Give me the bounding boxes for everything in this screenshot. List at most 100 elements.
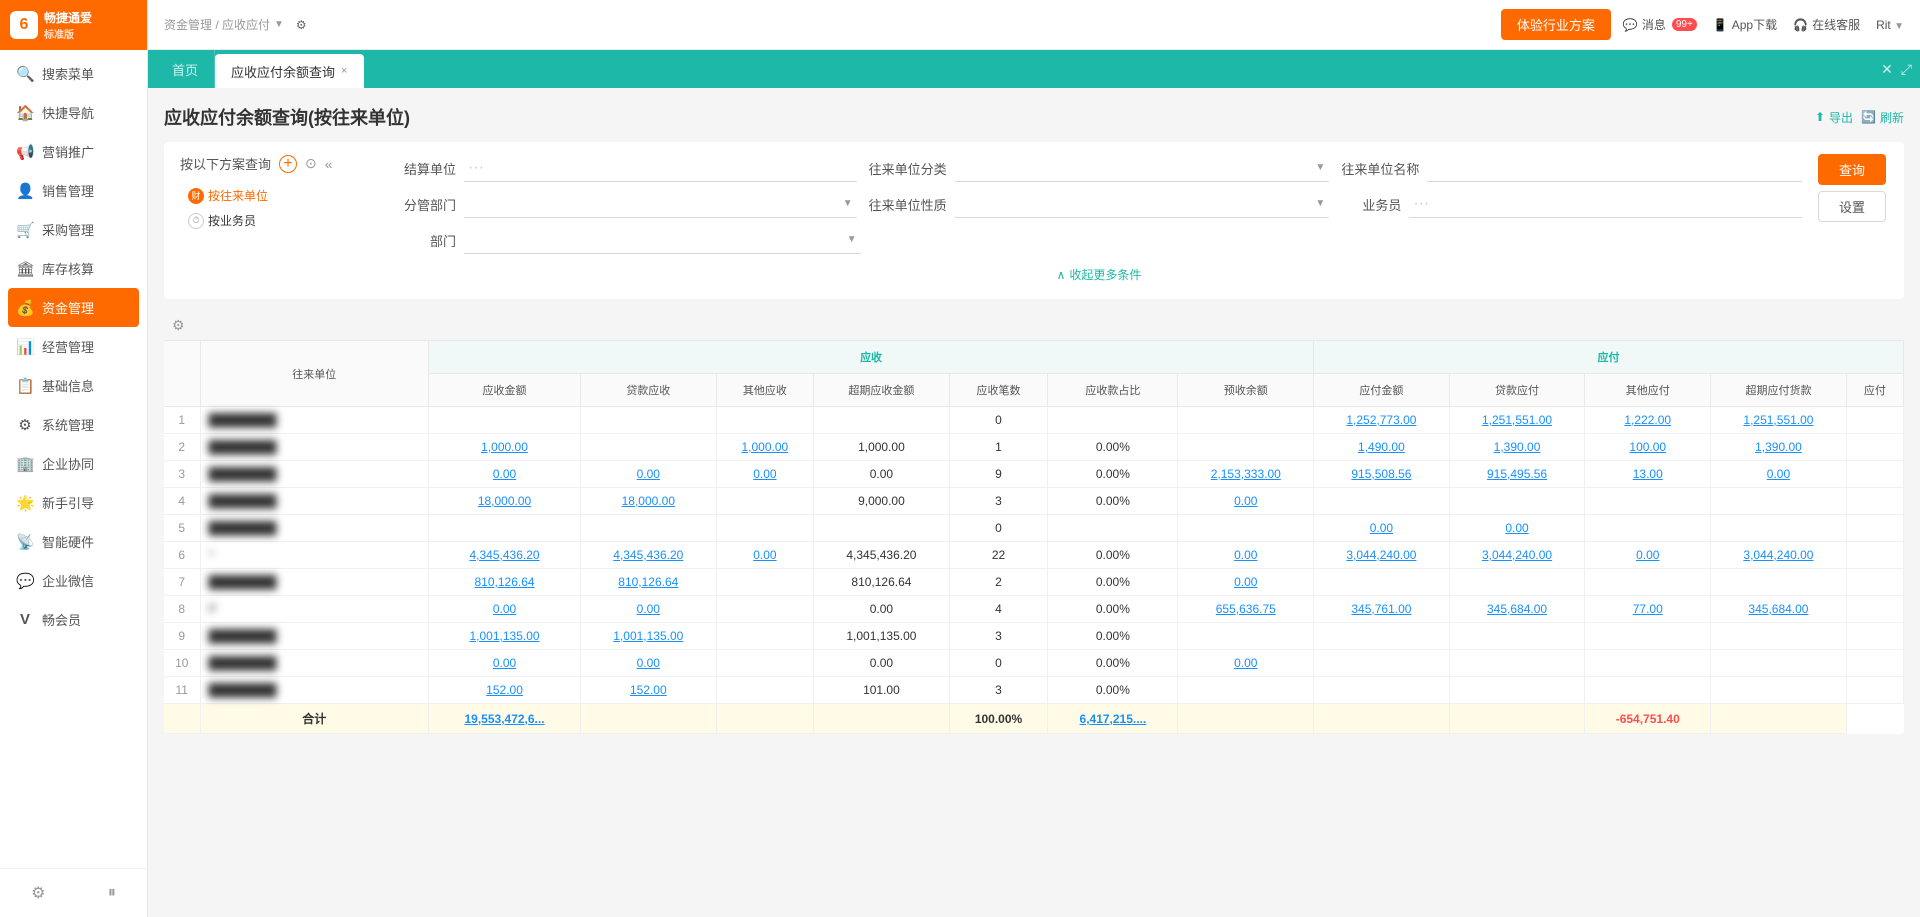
filter-collapse-icon[interactable]: « [325, 156, 333, 172]
gear-topbar-icon[interactable]: ⚙ [296, 18, 307, 32]
partner-name[interactable]: ████████ [200, 677, 429, 704]
sidebar-item-finance[interactable]: 💰 资金管理 [8, 288, 139, 327]
sidebar-item-system[interactable]: ⚙ 系统管理 [0, 405, 147, 444]
inventory-icon: 🏛 [16, 260, 34, 278]
col-yf-other: 其他应付 [1585, 374, 1711, 407]
basic-icon: 📋 [16, 377, 34, 395]
page-title: 应收应付余额查询(按往来单位) [164, 104, 410, 130]
message-icon: 💬 [1623, 18, 1638, 32]
filter-row-1: 结算单位 ··· 往来单位分类 ▼ [396, 154, 1802, 182]
expand-icon[interactable]: ⤢ [1901, 61, 1912, 78]
export-btn[interactable]: ⬆ 导出 [1815, 109, 1853, 126]
partner-name[interactable]: ████████ [200, 488, 429, 515]
export-icon: ⬆ [1815, 110, 1825, 124]
filter-add-btn[interactable]: + [279, 155, 297, 173]
salesperson-input[interactable]: ··· [1409, 190, 1802, 218]
tab-receivable[interactable]: 应收应付余额查询 × [215, 54, 364, 88]
query-btn[interactable]: 查询 [1818, 154, 1886, 185]
sidebar-item-search[interactable]: 🔍 搜索菜单 [0, 54, 147, 93]
partner-name[interactable]: ^ [200, 542, 429, 569]
sidebar-item-inventory[interactable]: 🏛 库存核算 [0, 249, 147, 288]
filter-row-2: 分管部门 ▼ 往来单位性质 ▼ [396, 190, 1802, 218]
message-badge: 99+ [1672, 18, 1697, 31]
table-settings-icon[interactable]: ⚙ [172, 317, 185, 334]
partner-name[interactable]: ████████ [200, 434, 429, 461]
col-ys-overdue: 超期应收金额 [814, 374, 950, 407]
dept-arrow: ▼ [847, 234, 857, 245]
dept-label: 部门 [396, 231, 456, 250]
table-row: 3████████0.000.000.000.0090.00%2,153,333… [164, 461, 1904, 488]
filter-settings-icon[interactable]: ⊙ [305, 155, 317, 172]
logo: 6 畅捷通爱 标准版 [0, 0, 147, 50]
footer-label: 合计 [200, 704, 429, 734]
partner-name[interactable]: ████████ [200, 623, 429, 650]
dept-input[interactable]: ▼ [464, 226, 861, 254]
service-btn[interactable]: 🎧 在线客服 [1793, 16, 1860, 33]
partner-name[interactable]: ████████ [200, 461, 429, 488]
sidebar-item-quick[interactable]: 🏠 快捷导航 [0, 93, 147, 132]
sidebar-item-hardware[interactable]: 📡 智能硬件 [0, 522, 147, 561]
fenguan-label: 分管部门 [396, 195, 456, 214]
collapse-sidebar-btn[interactable]: ⏸ [102, 878, 122, 908]
close-tab-icon[interactable]: ✕ [1881, 61, 1893, 78]
table-toolbar: ⚙ [164, 311, 1904, 341]
solution-btn[interactable]: 体验行业方案 [1501, 9, 1611, 40]
col-yf-amount: 应付金额 [1314, 374, 1450, 407]
tab-home[interactable]: 首页 [156, 50, 215, 88]
laiwang-nature-input[interactable]: ▼ [955, 190, 1330, 218]
purchase-icon: 🛒 [16, 221, 34, 239]
user-menu[interactable]: Rit ▼ [1876, 18, 1904, 32]
filter-dept: 部门 ▼ [396, 226, 861, 254]
settings-bottom-icon[interactable]: ⚙ [25, 877, 51, 909]
jiesuan-input[interactable]: ··· [464, 154, 857, 182]
sidebar-item-basic[interactable]: 📋 基础信息 [0, 366, 147, 405]
partner-name[interactable]: ████████ [200, 515, 429, 542]
salesperson-label: 业务员 [1341, 195, 1401, 214]
sidebar-item-sales[interactable]: 👤 销售管理 [0, 171, 147, 210]
partner-name[interactable]: P [200, 596, 429, 623]
message-btn[interactable]: 💬 消息 99+ [1623, 16, 1697, 33]
col-yf-overdue: 超期应付货款 [1711, 374, 1847, 407]
tab-close-icon[interactable]: × [341, 65, 347, 77]
laiwang-name-input[interactable] [1427, 154, 1802, 182]
filter-top: 按以下方案查询 + ⊙ « [180, 154, 380, 173]
footer-yf-overdue: -654,751.40 [1585, 704, 1711, 734]
col-partner-header: 往来单位 [200, 341, 429, 407]
footer-advance: 6,417,215.... [1048, 704, 1178, 734]
schema-partner-icon: 财 [188, 188, 204, 204]
system-icon: ⚙ [16, 416, 34, 434]
laiwang-cat-input[interactable]: ▼ [955, 154, 1330, 182]
table-row: 9████████1,001,135.001,001,135.001,001,1… [164, 623, 1904, 650]
message-label: 消息 [1642, 16, 1666, 33]
sidebar-item-guide[interactable]: 🌟 新手引导 [0, 483, 147, 522]
member-icon: V [16, 611, 34, 628]
search-icon: 🔍 [16, 65, 34, 83]
filter-fenguan: 分管部门 ▼ [396, 190, 857, 218]
marketing-icon: 📢 [16, 143, 34, 161]
fenguan-input[interactable]: ▼ [464, 190, 857, 218]
sidebar-item-operations[interactable]: 📊 经营管理 [0, 327, 147, 366]
col-yingfu-group: 应付 [1314, 341, 1904, 374]
partner-name[interactable]: ████████ [200, 407, 429, 434]
col-ys-ratio: 应收款占比 [1048, 374, 1178, 407]
sidebar-item-enterprise[interactable]: 🏢 企业协同 [0, 444, 147, 483]
collapse-icon: ∧ [1057, 268, 1066, 282]
sidebar-item-member[interactable]: V 畅会员 [0, 600, 147, 639]
sidebar-item-marketing[interactable]: 📢 营销推广 [0, 132, 147, 171]
refresh-btn[interactable]: 🔄 刷新 [1861, 109, 1904, 126]
tab-home-label: 首页 [172, 60, 198, 79]
collapse-btn[interactable]: ∧ 收起更多条件 [1053, 262, 1146, 287]
operations-icon: 📊 [16, 338, 34, 356]
salesperson-dots: ··· [1413, 195, 1429, 213]
app-download-btn[interactable]: 📱 App下载 [1713, 16, 1777, 33]
partner-name[interactable]: ████████ [200, 569, 429, 596]
schema-partner[interactable]: 财 按往来单位 [180, 183, 380, 208]
sidebar-item-purchase[interactable]: 🛒 采购管理 [0, 210, 147, 249]
col-ys-count: 应收笔数 [949, 374, 1048, 407]
schema-salesperson[interactable]: ⏱ 按业务员 [180, 208, 380, 233]
setting-btn[interactable]: 设置 [1818, 191, 1886, 222]
sidebar-item-wechat[interactable]: 💬 企业微信 [0, 561, 147, 600]
page-actions: ⬆ 导出 🔄 刷新 [1815, 109, 1904, 126]
sidebar: 6 畅捷通爱 标准版 🔍 搜索菜单 🏠 快捷导航 📢 营销推广 👤 销售 [0, 0, 148, 917]
partner-name[interactable]: ████████ [200, 650, 429, 677]
